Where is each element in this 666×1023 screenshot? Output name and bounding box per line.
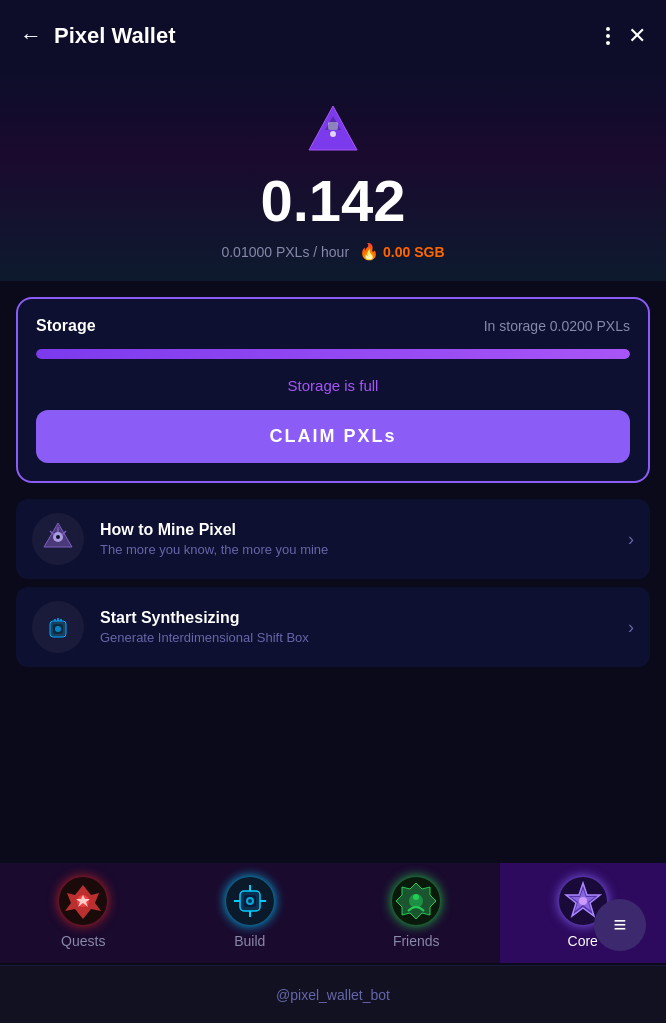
hero-amount: 0.142 bbox=[20, 172, 646, 230]
hero-section: 0.142 0.01000 PXLs / hour 🔥 0.00 SGB bbox=[0, 72, 666, 281]
build-label: Build bbox=[234, 933, 265, 949]
quests-label: Quests bbox=[61, 933, 105, 949]
menu-icon: ≡ bbox=[614, 914, 627, 936]
nav-item-build[interactable]: Build bbox=[167, 863, 334, 963]
svg-point-14 bbox=[55, 626, 61, 632]
storage-label: Storage bbox=[36, 317, 96, 335]
page-title: Pixel Wallet bbox=[54, 23, 175, 49]
synth-text: Start Synthesizing Generate Interdimensi… bbox=[100, 609, 612, 645]
storage-card: Storage In storage 0.0200 PXLs Storage i… bbox=[16, 297, 650, 483]
more-button[interactable] bbox=[606, 27, 610, 45]
fab-button[interactable]: ≡ bbox=[594, 899, 646, 951]
footer: @pixel_wallet_bot bbox=[0, 965, 666, 1023]
core-label: Core bbox=[568, 933, 598, 949]
svg-point-34 bbox=[413, 894, 419, 900]
mine-pixel-desc: The more you know, the more you mine bbox=[100, 542, 612, 557]
svg-point-7 bbox=[56, 535, 60, 539]
friends-icon bbox=[390, 875, 442, 927]
svg-point-38 bbox=[579, 897, 587, 905]
close-button[interactable]: ✕ bbox=[628, 23, 646, 49]
synth-desc: Generate Interdimensional Shift Box bbox=[100, 630, 612, 645]
svg-point-26 bbox=[248, 899, 252, 903]
mine-pixel-icon bbox=[32, 513, 84, 565]
list-item-mine[interactable]: How to Mine Pixel The more you know, the… bbox=[16, 499, 650, 579]
storage-header: Storage In storage 0.0200 PXLs bbox=[36, 317, 630, 335]
bottom-nav: Quests Build Friends bbox=[0, 863, 666, 963]
storage-amount: In storage 0.0200 PXLs bbox=[484, 318, 630, 334]
synth-icon bbox=[32, 601, 84, 653]
fire-icon: 🔥 bbox=[359, 242, 379, 261]
hero-icon bbox=[20, 102, 646, 162]
back-button[interactable]: ← bbox=[20, 23, 42, 49]
nav-item-quests[interactable]: Quests bbox=[0, 863, 167, 963]
footer-text: @pixel_wallet_bot bbox=[276, 987, 390, 1003]
quests-icon bbox=[57, 875, 109, 927]
mine-pixel-arrow: › bbox=[628, 529, 634, 550]
header-left: ← Pixel Wallet bbox=[20, 23, 175, 49]
progress-bar-fill bbox=[36, 349, 630, 359]
friends-label: Friends bbox=[393, 933, 440, 949]
synth-title: Start Synthesizing bbox=[100, 609, 612, 627]
nav-item-friends[interactable]: Friends bbox=[333, 863, 500, 963]
claim-button[interactable]: CLAIM PXLs bbox=[36, 410, 630, 463]
header: ← Pixel Wallet ✕ bbox=[0, 0, 666, 72]
svg-point-2 bbox=[330, 131, 336, 137]
progress-bar-background bbox=[36, 349, 630, 359]
sgb-amount: 🔥 0.00 SGB bbox=[359, 242, 444, 261]
mine-pixel-title: How to Mine Pixel bbox=[100, 521, 612, 539]
list-item-synth[interactable]: Start Synthesizing Generate Interdimensi… bbox=[16, 587, 650, 667]
build-icon bbox=[224, 875, 276, 927]
header-right: ✕ bbox=[606, 23, 646, 49]
mining-rate: 0.01000 PXLs / hour bbox=[221, 244, 349, 260]
storage-full-text: Storage is full bbox=[36, 377, 630, 394]
synth-arrow: › bbox=[628, 617, 634, 638]
hero-subtitle: 0.01000 PXLs / hour 🔥 0.00 SGB bbox=[20, 242, 646, 261]
mine-pixel-text: How to Mine Pixel The more you know, the… bbox=[100, 521, 612, 557]
list-section: How to Mine Pixel The more you know, the… bbox=[16, 499, 650, 667]
